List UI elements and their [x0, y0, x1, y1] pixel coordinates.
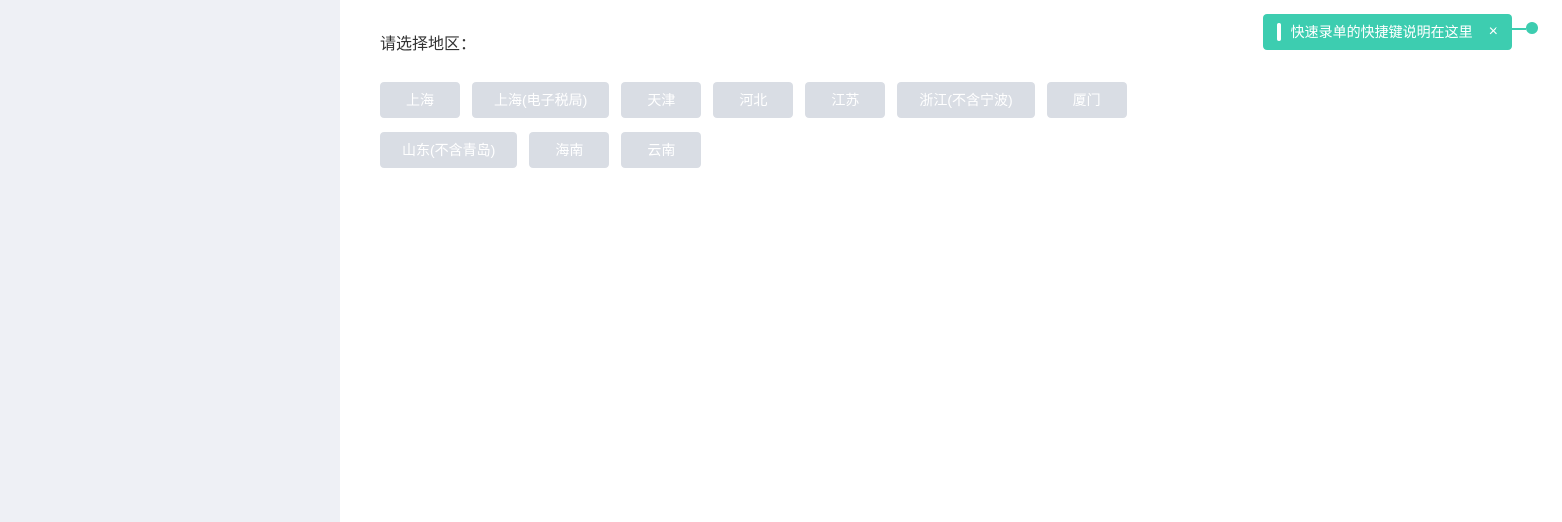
region-button-shandong[interactable]: 山东(不含青岛) — [380, 132, 517, 168]
region-button-jiangsu[interactable]: 江苏 — [805, 82, 885, 118]
region-button-yunnan[interactable]: 云南 — [621, 132, 701, 168]
region-button-hebei[interactable]: 河北 — [713, 82, 793, 118]
region-button-shanghai[interactable]: 上海 — [380, 82, 460, 118]
region-row-1: 上海上海(电子税局) 天津河北江苏浙江(不含宁波) 厦门 — [380, 82, 1522, 118]
tooltip-connector-dot — [1526, 22, 1538, 34]
region-row-2: 山东(不含青岛) 海南云南 — [380, 132, 1522, 168]
region-button-shanghai-etax[interactable]: 上海(电子税局) — [472, 82, 609, 118]
tooltip-text: 快速录单的快捷键说明在这里 — [1291, 22, 1473, 42]
region-button-xiamen[interactable]: 厦门 — [1047, 82, 1127, 118]
tooltip-close-button[interactable]: × — [1489, 24, 1498, 40]
region-button-tianjin[interactable]: 天津 — [621, 82, 701, 118]
tooltip-bar — [1277, 23, 1281, 41]
main-content: 请选择地区： 上海上海(电子税局)天津河北江苏浙江(不含宁波)厦门 山东(不含青… — [340, 0, 1562, 522]
tooltip-connector-line — [1496, 28, 1526, 30]
tooltip-banner: 快速录单的快捷键说明在这里 × — [1263, 14, 1512, 50]
region-button-hainan[interactable]: 海南 — [529, 132, 609, 168]
sidebar — [0, 0, 340, 522]
region-button-zhejiang[interactable]: 浙江(不含宁波) — [897, 82, 1034, 118]
